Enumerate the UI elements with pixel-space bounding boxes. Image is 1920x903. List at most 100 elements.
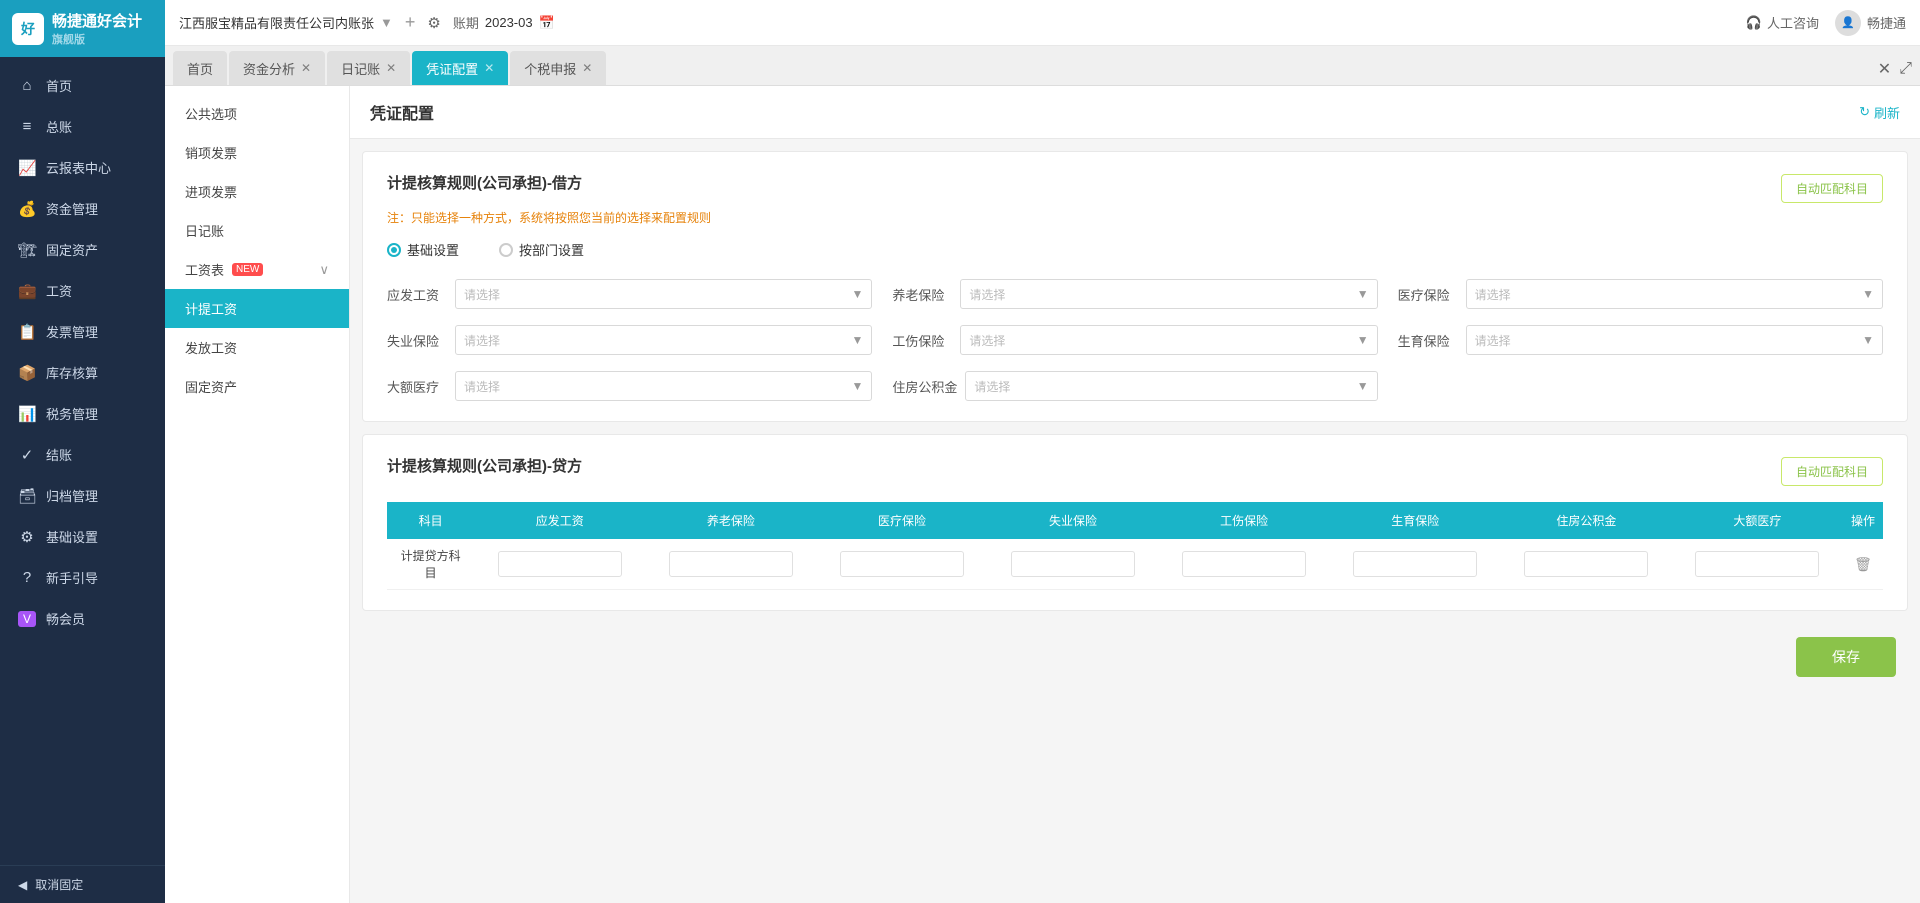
sidebar-item-home[interactable]: ⌂ 首页 — [0, 65, 165, 106]
col-ylbx: 养老保险 — [645, 502, 816, 539]
sidebar-item-fund[interactable]: 💰 资金管理 — [0, 188, 165, 229]
col-ylbx2: 医疗保险 — [816, 502, 987, 539]
credit-title: 计提核算规则(公司承担)-贷方 — [387, 455, 582, 476]
select-sybx[interactable]: 请选择 ▼ — [455, 325, 872, 355]
guide-icon: ? — [18, 569, 36, 586]
cell-ylbx2 — [816, 539, 987, 590]
radio-dept[interactable]: 按部门设置 — [499, 240, 584, 259]
form-item-yfgz: 应发工资 请选择 ▼ — [387, 279, 872, 309]
sidebar-item-guide[interactable]: ? 新手引导 — [0, 557, 165, 598]
close-tab-tax[interactable]: ✕ — [582, 61, 592, 75]
select-daly[interactable]: 请选择 ▼ — [455, 371, 872, 401]
col-sybx: 失业保险 — [988, 502, 1159, 539]
page-header: 凭证配置 ↻ 刷新 — [350, 86, 1920, 139]
tax-icon: 📊 — [18, 405, 36, 423]
save-button[interactable]: 保存 — [1796, 637, 1896, 677]
tab-fund[interactable]: 资金分析 ✕ — [229, 51, 325, 85]
tab-tax[interactable]: 个税申报 ✕ — [510, 51, 606, 85]
select-ylbx[interactable]: 请选择 ▼ — [960, 279, 1377, 309]
credit-auto-match-button[interactable]: 自动匹配科目 — [1781, 457, 1883, 486]
sidebar-item-ledger[interactable]: ≡ 总账 — [0, 106, 165, 147]
company-selector[interactable]: 江西服宝精品有限责任公司内账张 ▼ — [179, 13, 393, 32]
select-sybx2[interactable]: 请选择 ▼ — [1466, 325, 1883, 355]
cancel-fixed-button[interactable]: ◀ 取消固定 — [0, 865, 165, 903]
debit-card: 计提核算规则(公司承担)-借方 自动匹配科目 注：只能选择一种方式，系统将按照您… — [362, 151, 1908, 422]
page-title: 凭证配置 — [370, 100, 434, 124]
invoice-icon: 📋 — [18, 323, 36, 341]
input-ylbx[interactable] — [669, 551, 793, 577]
input-ylbx2[interactable] — [840, 551, 964, 577]
service-button[interactable]: 🎧 人工咨询 — [1746, 13, 1819, 32]
sidebar-item-salary[interactable]: 💼 工资 — [0, 270, 165, 311]
tab-voucher[interactable]: 凭证配置 ✕ — [412, 51, 508, 85]
close-tab-journal[interactable]: ✕ — [386, 61, 396, 75]
select-zfgjj[interactable]: 请选择 ▼ — [965, 371, 1377, 401]
select-yfgz[interactable]: 请选择 ▼ — [455, 279, 872, 309]
sidebar-item-tax[interactable]: 📊 税务管理 — [0, 393, 165, 434]
pin-icon: ◀ — [18, 878, 27, 892]
credit-table: 科目 应发工资 养老保险 医疗保险 失业保险 工伤保险 生育保险 住房公积金 大… — [387, 502, 1883, 590]
settings-button[interactable]: ⚙ — [427, 14, 440, 32]
tab-journal[interactable]: 日记账 ✕ — [327, 51, 410, 85]
cell-yfgz — [474, 539, 645, 590]
delete-row-button[interactable]: 🗑 — [1854, 556, 1872, 572]
sidebar-item-inventory[interactable]: 📦 库存核算 — [0, 352, 165, 393]
app-logo: 好 畅捷通好会计 旗舰版 — [0, 0, 165, 57]
radio-basic[interactable]: 基础设置 — [387, 240, 459, 259]
close-all-tabs-button[interactable]: ✕ — [1878, 59, 1891, 79]
sidebar-item-member[interactable]: V 畅会员 — [0, 598, 165, 639]
left-menu-accrual[interactable]: 计提工资 — [165, 289, 349, 328]
expand-icon: ∨ — [319, 262, 329, 278]
close-tab-voucher[interactable]: ✕ — [484, 61, 494, 75]
calendar-icon[interactable]: 📅 — [539, 15, 555, 31]
close-tab-fund[interactable]: ✕ — [301, 61, 311, 75]
refresh-button[interactable]: ↻ 刷新 — [1859, 103, 1900, 122]
credit-card: 计提核算规则(公司承担)-贷方 自动匹配科目 科目 应发工资 养老保险 医疗保险… — [362, 434, 1908, 611]
sidebar-item-settings[interactable]: ⚙ 基础设置 — [0, 516, 165, 557]
form-item-gsbx: 工伤保险 请选择 ▼ — [892, 325, 1377, 355]
topbar: 江西服宝精品有限责任公司内账张 ▼ + ⚙ 账期 2023-03 📅 🎧 人工咨… — [165, 0, 1920, 46]
left-menu-purchase[interactable]: 进项发票 — [165, 172, 349, 211]
table-row: 计提贷方科目 🗑 — [387, 539, 1883, 590]
dropdown-icon: ▼ — [851, 287, 863, 301]
dropdown-icon: ▼ — [851, 333, 863, 347]
add-company-button[interactable]: + — [405, 12, 416, 33]
member-icon: V — [18, 611, 36, 627]
select-ylbx2[interactable]: 请选择 ▼ — [1466, 279, 1883, 309]
sidebar-item-archive[interactable]: 🗃 归档管理 — [0, 475, 165, 516]
left-menu-fixed-assets[interactable]: 固定资产 — [165, 367, 349, 406]
input-gsbx[interactable] — [1182, 551, 1306, 577]
left-menu-public[interactable]: 公共选项 — [165, 94, 349, 133]
credit-header: 计提核算规则(公司承担)-贷方 自动匹配科目 — [387, 455, 1883, 488]
sidebar-item-assets[interactable]: 🏗 固定资产 — [0, 229, 165, 270]
col-action: 操作 — [1843, 502, 1883, 539]
debit-form: 应发工资 请选择 ▼ 养老保险 请选择 ▼ 医疗 — [387, 279, 1883, 401]
select-gsbx[interactable]: 请选择 ▼ — [960, 325, 1377, 355]
table-header-row: 科目 应发工资 养老保险 医疗保险 失业保险 工伤保险 生育保险 住房公积金 大… — [387, 502, 1883, 539]
debit-auto-match-button[interactable]: 自动匹配科目 — [1781, 174, 1883, 203]
sidebar-item-checkout[interactable]: ✓ 结账 — [0, 434, 165, 475]
input-sybx[interactable] — [1011, 551, 1135, 577]
dropdown-icon: ▼ — [1357, 379, 1369, 393]
input-yfgz[interactable] — [498, 551, 622, 577]
dropdown-icon: ▼ — [851, 379, 863, 393]
input-sybx2[interactable] — [1353, 551, 1477, 577]
sidebar-item-report[interactable]: 📈 云报表中心 — [0, 147, 165, 188]
form-item-ylbx: 养老保险 请选择 ▼ — [892, 279, 1377, 309]
left-menu-journal[interactable]: 日记账 — [165, 211, 349, 250]
col-sybx2: 生育保险 — [1330, 502, 1501, 539]
user-menu[interactable]: 👤 畅捷通 — [1835, 10, 1906, 36]
tab-home[interactable]: 首页 — [173, 51, 227, 85]
input-zfgjj[interactable] — [1524, 551, 1648, 577]
radio-basic-circle — [387, 243, 401, 257]
form-item-ylbx2: 医疗保险 请选择 ▼ — [1398, 279, 1883, 309]
form-item-sybx2: 生育保险 请选择 ▼ — [1398, 325, 1883, 355]
left-menu-payment[interactable]: 发放工资 — [165, 328, 349, 367]
left-menu-salary-table[interactable]: 工资表 NEW ∨ — [165, 250, 349, 289]
avatar: 👤 — [1835, 10, 1861, 36]
sidebar-item-invoice[interactable]: 📋 发票管理 — [0, 311, 165, 352]
company-name: 江西服宝精品有限责任公司内账张 — [179, 13, 374, 32]
expand-tabs-button[interactable]: ⤢ — [1899, 60, 1912, 78]
left-menu-sales[interactable]: 销项发票 — [165, 133, 349, 172]
input-daly[interactable] — [1695, 551, 1819, 577]
